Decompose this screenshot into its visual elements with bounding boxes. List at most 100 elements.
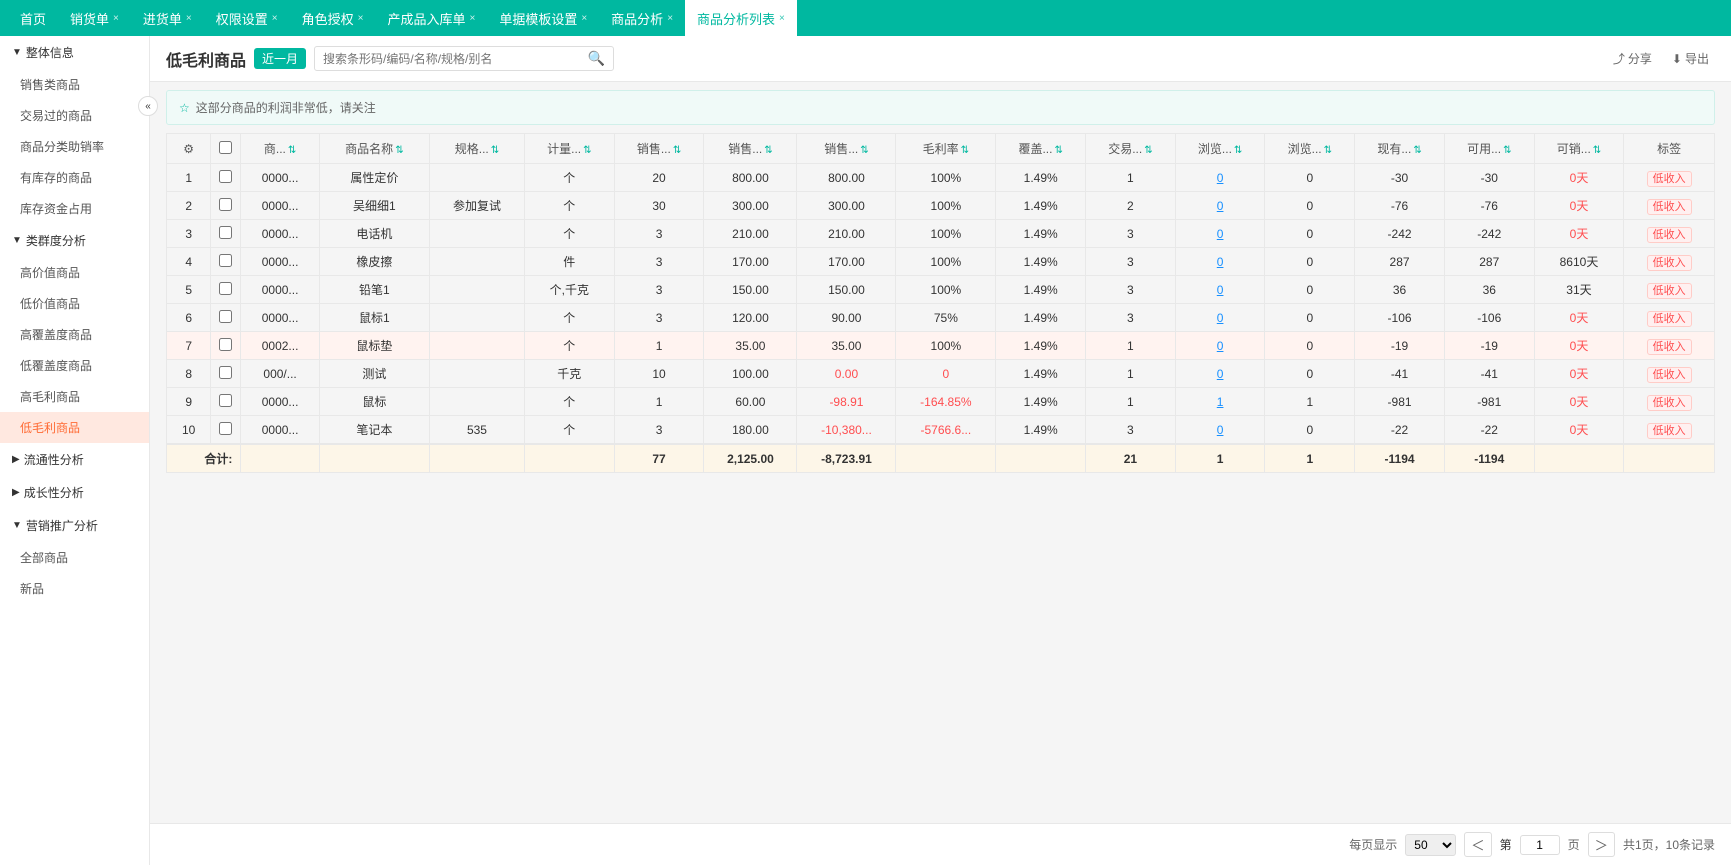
- col-transaction[interactable]: 交易...⇅: [1086, 134, 1176, 164]
- nav-close-roles[interactable]: ×: [358, 13, 364, 24]
- cell-view1[interactable]: 0: [1175, 304, 1265, 332]
- nav-item-roles[interactable]: 角色授权 ×: [290, 0, 376, 36]
- nav-close-analysis-list[interactable]: ×: [779, 13, 785, 24]
- select-all-checkbox[interactable]: [219, 141, 232, 154]
- sidebar-group-flow[interactable]: ▶ 流通性分析: [0, 443, 149, 476]
- col-view2[interactable]: 浏览...⇅: [1265, 134, 1355, 164]
- nav-item-home[interactable]: 首页: [8, 0, 58, 36]
- col-saleable[interactable]: 可销...⇅: [1534, 134, 1624, 164]
- nav-close-product-analysis[interactable]: ×: [667, 13, 673, 24]
- sidebar-item-low-coverage[interactable]: 低覆盖度商品: [0, 350, 149, 381]
- col-spec[interactable]: 规格...⇅: [429, 134, 524, 164]
- export-button[interactable]: ⬇ 导出: [1666, 47, 1715, 70]
- view1-link[interactable]: 0: [1217, 423, 1224, 437]
- cell-checkbox[interactable]: [211, 220, 241, 248]
- row-checkbox[interactable]: [219, 282, 232, 295]
- cell-view1[interactable]: 0: [1175, 332, 1265, 360]
- row-checkbox[interactable]: [219, 226, 232, 239]
- view1-link[interactable]: 0: [1217, 367, 1224, 381]
- nav-item-analysis-list[interactable]: 商品分析列表 ×: [685, 0, 797, 36]
- col-code[interactable]: 商...⇅: [241, 134, 319, 164]
- col-sales-profit[interactable]: 销售...⇅: [797, 134, 896, 164]
- sidebar-item-traded-products[interactable]: 交易过的商品: [0, 100, 149, 131]
- sidebar-item-low-value[interactable]: 低价值商品: [0, 288, 149, 319]
- sidebar-item-sales-products[interactable]: 销售类商品: [0, 69, 149, 100]
- col-sales-amount[interactable]: 销售...⇅: [704, 134, 797, 164]
- row-checkbox[interactable]: [219, 198, 232, 211]
- sidebar-group-cluster[interactable]: ▼ 类群度分析: [0, 224, 149, 257]
- col-settings[interactable]: ⚙: [167, 134, 211, 164]
- row-checkbox[interactable]: [219, 338, 232, 351]
- view1-link[interactable]: 0: [1217, 311, 1224, 325]
- nav-close-template[interactable]: ×: [581, 13, 587, 24]
- nav-item-template[interactable]: 单据模板设置 ×: [487, 0, 599, 36]
- nav-close-product-entry[interactable]: ×: [469, 13, 475, 24]
- sidebar-group-overall[interactable]: ▼ 整体信息: [0, 36, 149, 69]
- cell-checkbox[interactable]: [211, 416, 241, 445]
- col-tag[interactable]: 标签: [1624, 134, 1715, 164]
- col-gross-margin[interactable]: 毛利率⇅: [896, 134, 996, 164]
- cell-view1[interactable]: 0: [1175, 276, 1265, 304]
- cell-view1[interactable]: 1: [1175, 388, 1265, 416]
- col-coverage[interactable]: 覆盖...⇅: [996, 134, 1086, 164]
- search-icon[interactable]: 🔍: [588, 50, 605, 67]
- sidebar-item-low-margin[interactable]: 低毛利商品: [0, 412, 149, 443]
- row-checkbox[interactable]: [219, 170, 232, 183]
- col-unit[interactable]: 计量...⇅: [524, 134, 614, 164]
- nav-item-product-entry[interactable]: 产成品入库单 ×: [375, 0, 487, 36]
- cell-view1[interactable]: 0: [1175, 416, 1265, 445]
- cell-view1[interactable]: 0: [1175, 360, 1265, 388]
- per-page-select[interactable]: 50 100 200: [1405, 834, 1456, 856]
- sidebar-item-high-value[interactable]: 高价值商品: [0, 257, 149, 288]
- sidebar-item-new-products[interactable]: 新品: [0, 573, 149, 604]
- sidebar-item-stocked[interactable]: 有库存的商品: [0, 162, 149, 193]
- nav-item-purchase[interactable]: 进货单 ×: [131, 0, 204, 36]
- nav-close-permissions[interactable]: ×: [272, 13, 278, 24]
- search-input[interactable]: [323, 52, 588, 66]
- cell-view1[interactable]: 0: [1175, 164, 1265, 192]
- page-number-input[interactable]: [1520, 835, 1560, 855]
- view1-link[interactable]: 0: [1217, 255, 1224, 269]
- cell-view1[interactable]: 0: [1175, 220, 1265, 248]
- nav-close-purchase[interactable]: ×: [186, 13, 192, 24]
- share-button[interactable]: ⤴ 分享: [1607, 47, 1658, 70]
- col-view1[interactable]: 浏览...⇅: [1175, 134, 1265, 164]
- sidebar-item-high-margin[interactable]: 高毛利商品: [0, 381, 149, 412]
- nav-item-product-analysis[interactable]: 商品分析 ×: [599, 0, 685, 36]
- view1-link[interactable]: 0: [1217, 199, 1224, 213]
- view1-link[interactable]: 0: [1217, 227, 1224, 241]
- sidebar-item-category-rate[interactable]: 商品分类助销率: [0, 131, 149, 162]
- prev-page-button[interactable]: ＜: [1464, 832, 1491, 857]
- col-available[interactable]: 可用...⇅: [1444, 134, 1534, 164]
- sidebar-item-high-coverage[interactable]: 高覆盖度商品: [0, 319, 149, 350]
- row-checkbox[interactable]: [219, 254, 232, 267]
- col-name[interactable]: 商品名称⇅: [319, 134, 429, 164]
- cell-checkbox[interactable]: [211, 304, 241, 332]
- cell-checkbox[interactable]: [211, 388, 241, 416]
- next-page-button[interactable]: ＞: [1588, 832, 1615, 857]
- cell-view1[interactable]: 0: [1175, 248, 1265, 276]
- cell-checkbox[interactable]: [211, 360, 241, 388]
- view1-link[interactable]: 0: [1217, 339, 1224, 353]
- col-current-stock[interactable]: 现有...⇅: [1355, 134, 1445, 164]
- row-checkbox[interactable]: [219, 310, 232, 323]
- cell-checkbox[interactable]: [211, 192, 241, 220]
- cell-checkbox[interactable]: [211, 164, 241, 192]
- sidebar-group-marketing[interactable]: ▼ 营销推广分析: [0, 509, 149, 542]
- row-checkbox[interactable]: [219, 366, 232, 379]
- cell-view1[interactable]: 0: [1175, 192, 1265, 220]
- cell-checkbox[interactable]: [211, 248, 241, 276]
- col-checkbox[interactable]: [211, 134, 241, 164]
- nav-close-sales[interactable]: ×: [113, 13, 119, 24]
- sidebar-item-all-products[interactable]: 全部商品: [0, 542, 149, 573]
- row-checkbox[interactable]: [219, 394, 232, 407]
- cell-checkbox[interactable]: [211, 332, 241, 360]
- sidebar-collapse-button[interactable]: «: [138, 96, 158, 116]
- time-filter-button[interactable]: 近一月: [254, 48, 306, 69]
- view1-link[interactable]: 0: [1217, 171, 1224, 185]
- sidebar-item-capital[interactable]: 库存资金占用: [0, 193, 149, 224]
- cell-checkbox[interactable]: [211, 276, 241, 304]
- row-checkbox[interactable]: [219, 422, 232, 435]
- view1-link[interactable]: 0: [1217, 283, 1224, 297]
- nav-item-permissions[interactable]: 权限设置 ×: [204, 0, 290, 36]
